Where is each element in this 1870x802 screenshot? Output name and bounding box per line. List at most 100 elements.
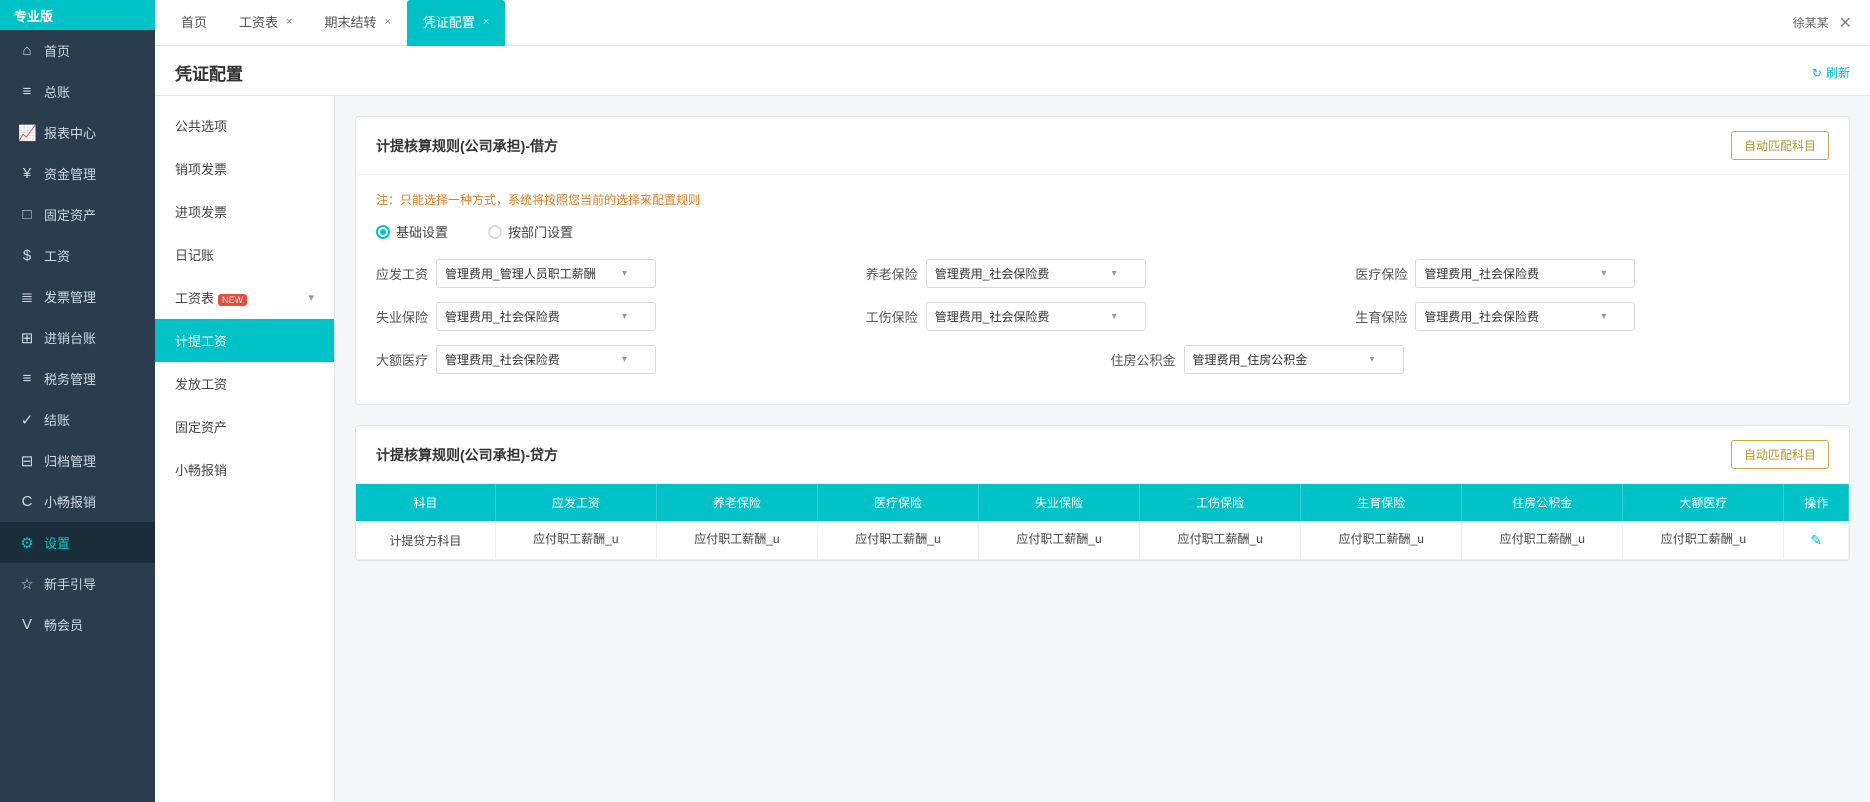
tab-salary-table[interactable]: 工资表 × xyxy=(223,0,308,46)
invoice-management-icon: ≣ xyxy=(18,288,36,306)
sidebar-item-report-center[interactable]: 📈 报表中心 xyxy=(0,112,155,153)
left-nav-jiti-salary[interactable]: 计提工资 xyxy=(155,319,334,362)
left-nav-public-options[interactable]: 公共选项 xyxy=(155,104,334,147)
left-nav-label-distribute-salary: 发放工资 xyxy=(175,374,227,393)
chevron-down-icon: ▾ xyxy=(622,311,627,322)
radio-department[interactable]: 按部门设置 xyxy=(488,222,573,241)
tab-label-voucher-config: 凭证配置 xyxy=(423,12,475,31)
sidebar-item-new-guide[interactable]: ☆ 新手引导 xyxy=(0,563,155,604)
chevron-down-icon: ▾ xyxy=(1601,268,1606,279)
fund-management-icon: ¥ xyxy=(18,165,36,182)
left-nav-salary-table[interactable]: 工资表NEW▾ xyxy=(155,276,334,319)
left-nav-journal[interactable]: 日记账 xyxy=(155,233,334,276)
sidebar-item-settings[interactable]: ⚙ 设置 xyxy=(0,522,155,563)
payroll-icon: $ xyxy=(18,247,36,264)
sidebar-item-xiaochu-expense[interactable]: C 小畅报销 xyxy=(0,481,155,522)
top-bar: 首页工资表×期末结转×凭证配置× 徐某某 ✕ xyxy=(155,0,1870,46)
credit-section-title: 计提核算规则(公司承担)-贷方 xyxy=(376,445,558,465)
sidebar-item-closing[interactable]: ✓ 结账 xyxy=(0,399,155,440)
debit-select-2-0[interactable]: 管理费用_社会保险费 ▾ xyxy=(436,345,656,374)
credit-cell-0-2: 应付职工薪酬_u xyxy=(817,521,978,560)
sidebar-label-general-ledger: 总账 xyxy=(44,82,70,101)
tab-voucher-config[interactable]: 凭证配置 × xyxy=(407,0,505,46)
sidebar-label-tax-management: 税务管理 xyxy=(44,369,96,388)
radio-basic-label: 基础设置 xyxy=(396,222,448,241)
debit-label-0-1: 养老保险 xyxy=(866,264,918,283)
debit-field-2-1: 住房公积金 管理费用_住房公积金 ▾ xyxy=(1111,345,1830,374)
sidebar-item-purchase-sales[interactable]: ⊞ 进销台账 xyxy=(0,317,155,358)
credit-col-header-5: 工伤保险 xyxy=(1140,484,1301,521)
sidebar-item-invoice-management[interactable]: ≣ 发票管理 xyxy=(0,276,155,317)
sidebar-item-home[interactable]: ⌂ 首页 xyxy=(0,30,155,71)
refresh-icon: ↻ xyxy=(1812,66,1822,80)
app-edition: 专业版 xyxy=(14,6,53,25)
radio-basic-circle xyxy=(376,225,390,239)
fixed-assets-icon: □ xyxy=(18,206,36,223)
tab-close-salary-table[interactable]: × xyxy=(286,16,292,28)
window-close-button[interactable]: ✕ xyxy=(1831,13,1860,33)
left-nav-label-journal: 日记账 xyxy=(175,245,214,264)
debit-section: 计提核算规则(公司承担)-借方 自动匹配科目 注：只能选择一种方式，系统将按照您… xyxy=(355,116,1850,405)
radio-basic[interactable]: 基础设置 xyxy=(376,222,448,241)
tab-period-end[interactable]: 期末结转× xyxy=(308,0,406,46)
tab-label-salary-table: 工资表 xyxy=(239,12,278,31)
debit-label-1-2: 生育保险 xyxy=(1355,307,1407,326)
tab-close-voucher-config[interactable]: × xyxy=(483,16,489,28)
credit-auto-match-button[interactable]: 自动匹配科目 xyxy=(1731,440,1829,469)
general-ledger-icon: ≡ xyxy=(18,83,36,100)
chevron-down-icon: ▾ xyxy=(1601,311,1606,322)
debit-select-0-1[interactable]: 管理费用_社会保险费 ▾ xyxy=(926,259,1146,288)
left-nav-label-red-invoice: 销项发票 xyxy=(175,159,227,178)
left-nav-xiaochu-nav[interactable]: 小畅报销 xyxy=(155,448,334,491)
sidebar-item-archive-management[interactable]: ⊟ 归档管理 xyxy=(0,440,155,481)
credit-table: 科目应发工资养老保险医疗保险失业保险工伤保险生育保险住房公积金大额医疗操作 计提… xyxy=(356,484,1849,560)
edit-icon-0[interactable]: ✎ xyxy=(1810,532,1822,548)
debit-select-1-0[interactable]: 管理费用_社会保险费 ▾ xyxy=(436,302,656,331)
debit-field-1-2: 生育保险 管理费用_社会保险费 ▾ xyxy=(1355,302,1829,331)
credit-col-header-4: 失业保险 xyxy=(979,484,1140,521)
sidebar-label-fixed-assets: 固定资产 xyxy=(44,205,96,224)
left-nav-label-xiaochu-nav: 小畅报销 xyxy=(175,460,227,479)
sidebar-label-invoice-management: 发票管理 xyxy=(44,287,96,306)
tab-close-period-end[interactable]: × xyxy=(384,16,390,28)
sidebar-item-general-ledger[interactable]: ≡ 总账 xyxy=(0,71,155,112)
tab-home[interactable]: 首页 xyxy=(165,0,223,46)
sidebar-item-fixed-assets[interactable]: □ 固定资产 xyxy=(0,194,155,235)
left-nav-distribute-salary[interactable]: 发放工资 xyxy=(155,362,334,405)
debit-label-2-1: 住房公积金 xyxy=(1111,350,1176,369)
purchase-sales-icon: ⊞ xyxy=(18,329,36,347)
credit-table-wrapper: 科目应发工资养老保险医疗保险失业保险工伤保险生育保险住房公积金大额医疗操作 计提… xyxy=(356,484,1849,560)
sidebar-item-member[interactable]: V 畅会员 xyxy=(0,604,155,645)
settings-icon: ⚙ xyxy=(18,534,36,552)
credit-cell-0-5: 应付职工薪酬_u xyxy=(1301,521,1462,560)
debit-select-0-2[interactable]: 管理费用_社会保险费 ▾ xyxy=(1415,259,1635,288)
left-nav-fixed-assets-nav[interactable]: 固定资产 xyxy=(155,405,334,448)
page-title: 凭证配置 xyxy=(175,60,243,85)
credit-col-header-9: 操作 xyxy=(1784,484,1849,521)
debit-select-0-0[interactable]: 管理费用_管理人员职工薪酬 ▾ xyxy=(436,259,656,288)
debit-select-1-1[interactable]: 管理费用_社会保险费 ▾ xyxy=(926,302,1146,331)
xiaochu-expense-icon: C xyxy=(18,493,36,510)
left-nav-red-invoice[interactable]: 销项发票 xyxy=(155,147,334,190)
sidebar-item-fund-management[interactable]: ¥ 资金管理 xyxy=(0,153,155,194)
sidebar-item-tax-management[interactable]: ≡ 税务管理 xyxy=(0,358,155,399)
debit-auto-match-button[interactable]: 自动匹配科目 xyxy=(1731,131,1829,160)
refresh-button[interactable]: ↻ 刷新 xyxy=(1812,64,1850,81)
credit-col-header-0: 科目 xyxy=(356,484,495,521)
debit-section-body: 注：只能选择一种方式，系统将按照您当前的选择来配置规则 基础设置 按部门设置 xyxy=(356,175,1849,404)
sidebar-item-payroll[interactable]: $ 工资 xyxy=(0,235,155,276)
archive-management-icon: ⊟ xyxy=(18,452,36,470)
credit-cell-text-0-0: 应付职工薪酬_u xyxy=(533,530,618,547)
debit-select-2-1[interactable]: 管理费用_住房公积金 ▾ xyxy=(1184,345,1404,374)
radio-department-circle xyxy=(488,225,502,239)
sidebar-label-new-guide: 新手引导 xyxy=(44,574,96,593)
credit-cell-text-0-5: 应付职工薪酬_u xyxy=(1339,530,1424,547)
credit-col-header-3: 医疗保险 xyxy=(817,484,978,521)
left-nav-input-invoice[interactable]: 进项发票 xyxy=(155,190,334,233)
debit-label-2-0: 大额医疗 xyxy=(376,350,428,369)
sidebar-label-closing: 结账 xyxy=(44,410,70,429)
chevron-down-icon: ▾ xyxy=(622,268,627,279)
credit-action-0[interactable]: ✎ xyxy=(1784,521,1849,560)
left-nav-label-salary-table: 工资表NEW xyxy=(175,288,247,307)
debit-select-1-2[interactable]: 管理费用_社会保险费 ▾ xyxy=(1415,302,1635,331)
